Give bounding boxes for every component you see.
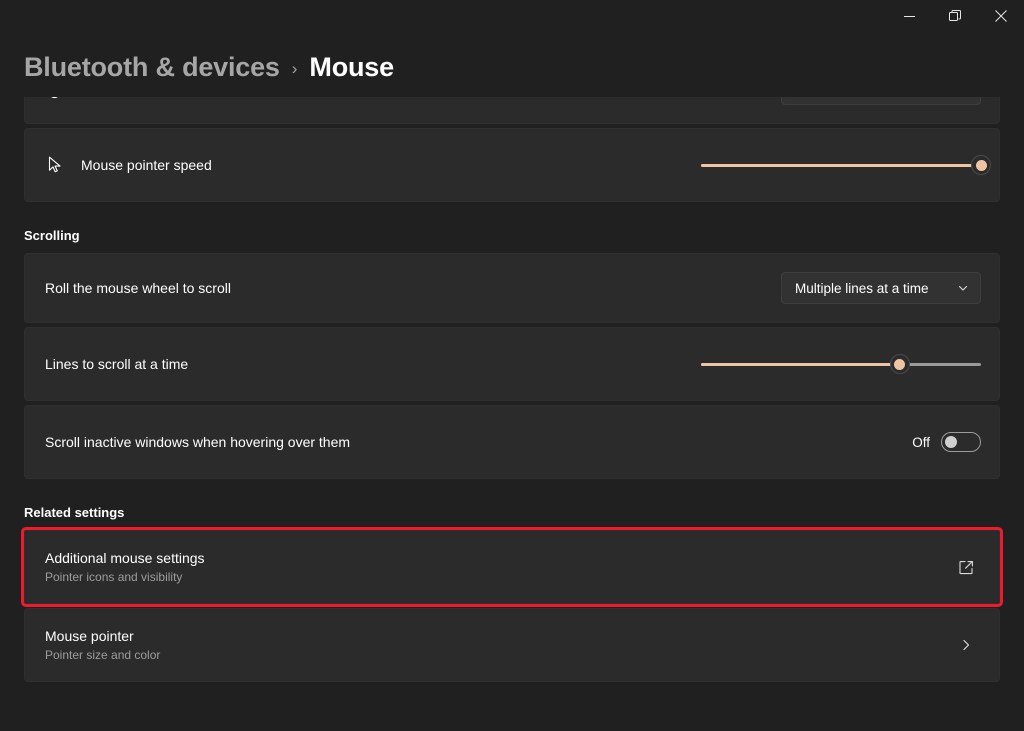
- setting-row-lines-to-scroll[interactable]: Lines to scroll at a time: [24, 327, 1000, 401]
- chevron-down-icon: [957, 282, 969, 294]
- wheel-scroll-dropdown[interactable]: Multiple lines at a time: [781, 272, 981, 304]
- cursor-arrow-icon: [45, 155, 81, 175]
- setting-subtitle: Pointer icons and visibility: [45, 569, 183, 584]
- setting-title: Scroll inactive windows when hovering ov…: [45, 433, 351, 450]
- scroll-inactive-toggle-group[interactable]: Off: [912, 432, 981, 452]
- setting-control: [951, 552, 981, 582]
- setting-label-group: Roll the mouse wheel to scroll: [45, 279, 781, 298]
- setting-label-group: Lines to scroll at a time: [45, 355, 701, 374]
- setting-control: Off: [912, 432, 981, 452]
- settings-scroll-viewport[interactable]: Primary mouse button Left: [0, 97, 1024, 731]
- toggle-state-label: Off: [912, 434, 930, 450]
- setting-row-primary-mouse-button[interactable]: Primary mouse button Left: [24, 97, 1000, 124]
- setting-control: Left: [781, 97, 981, 105]
- setting-label-group: Mouse pointer speed: [81, 156, 701, 175]
- setting-row-scroll-inactive-windows[interactable]: Scroll inactive windows when hovering ov…: [24, 405, 1000, 479]
- breadcrumb: Bluetooth & devices › Mouse: [0, 32, 1024, 97]
- restore-button[interactable]: [932, 0, 978, 32]
- slider-thumb[interactable]: [971, 155, 991, 175]
- dropdown-value: Multiple lines at a time: [795, 280, 929, 296]
- primary-mouse-button-dropdown[interactable]: Left: [781, 97, 981, 105]
- setting-title: Mouse pointer speed: [81, 156, 212, 173]
- section-header-scrolling: Scrolling: [24, 228, 80, 243]
- chevron-right-icon[interactable]: [951, 630, 981, 660]
- slider-thumb-dot: [975, 159, 987, 171]
- setting-title: Lines to scroll at a time: [45, 355, 189, 372]
- breadcrumb-parent-link[interactable]: Bluetooth & devices: [24, 52, 280, 83]
- related-item-mouse-pointer[interactable]: Mouse pointer Pointer size and color: [24, 608, 1000, 682]
- setting-label-group: Additional mouse settings Pointer icons …: [45, 549, 951, 586]
- setting-subtitle: Pointer size and color: [45, 647, 161, 662]
- page-title: Mouse: [309, 52, 394, 82]
- toggle-knob: [945, 436, 957, 448]
- close-icon: [995, 10, 1007, 22]
- close-button[interactable]: [978, 0, 1024, 32]
- slider-thumb[interactable]: [889, 354, 910, 374]
- slider-fill: [701, 362, 900, 366]
- setting-label-group: Mouse pointer Pointer size and color: [45, 627, 951, 664]
- setting-title: Roll the mouse wheel to scroll: [45, 279, 231, 296]
- setting-label-group: Scroll inactive windows when hovering ov…: [45, 433, 912, 452]
- slider-thumb-dot: [894, 358, 906, 370]
- setting-control: [951, 630, 981, 660]
- external-link-icon[interactable]: [951, 552, 981, 582]
- lines-to-scroll-slider[interactable]: [701, 350, 981, 378]
- scroll-inactive-toggle[interactable]: [941, 432, 981, 452]
- setting-title: Primary mouse button: [81, 97, 781, 99]
- setting-label-group: Primary mouse button: [81, 97, 781, 99]
- minimize-icon: [903, 11, 915, 22]
- related-item-additional-mouse-settings[interactable]: Additional mouse settings Pointer icons …: [21, 527, 1003, 607]
- mouse-icon: [45, 97, 81, 99]
- title-bar: [0, 0, 1024, 32]
- setting-control: [701, 151, 991, 179]
- section-header-related-settings: Related settings: [24, 505, 125, 520]
- slider-fill: [701, 163, 981, 167]
- breadcrumb-separator-icon: ›: [291, 59, 298, 78]
- setting-title: Additional mouse settings: [45, 549, 205, 566]
- setting-title: Mouse pointer: [45, 627, 134, 644]
- pointer-speed-slider[interactable]: [701, 151, 991, 179]
- setting-control: Multiple lines at a time: [781, 272, 981, 304]
- setting-row-pointer-speed[interactable]: Mouse pointer speed: [24, 128, 1000, 202]
- setting-control: [701, 350, 981, 378]
- setting-row-wheel-scroll[interactable]: Roll the mouse wheel to scroll Multiple …: [24, 253, 1000, 323]
- restore-icon: [949, 10, 961, 22]
- minimize-button[interactable]: [886, 0, 932, 32]
